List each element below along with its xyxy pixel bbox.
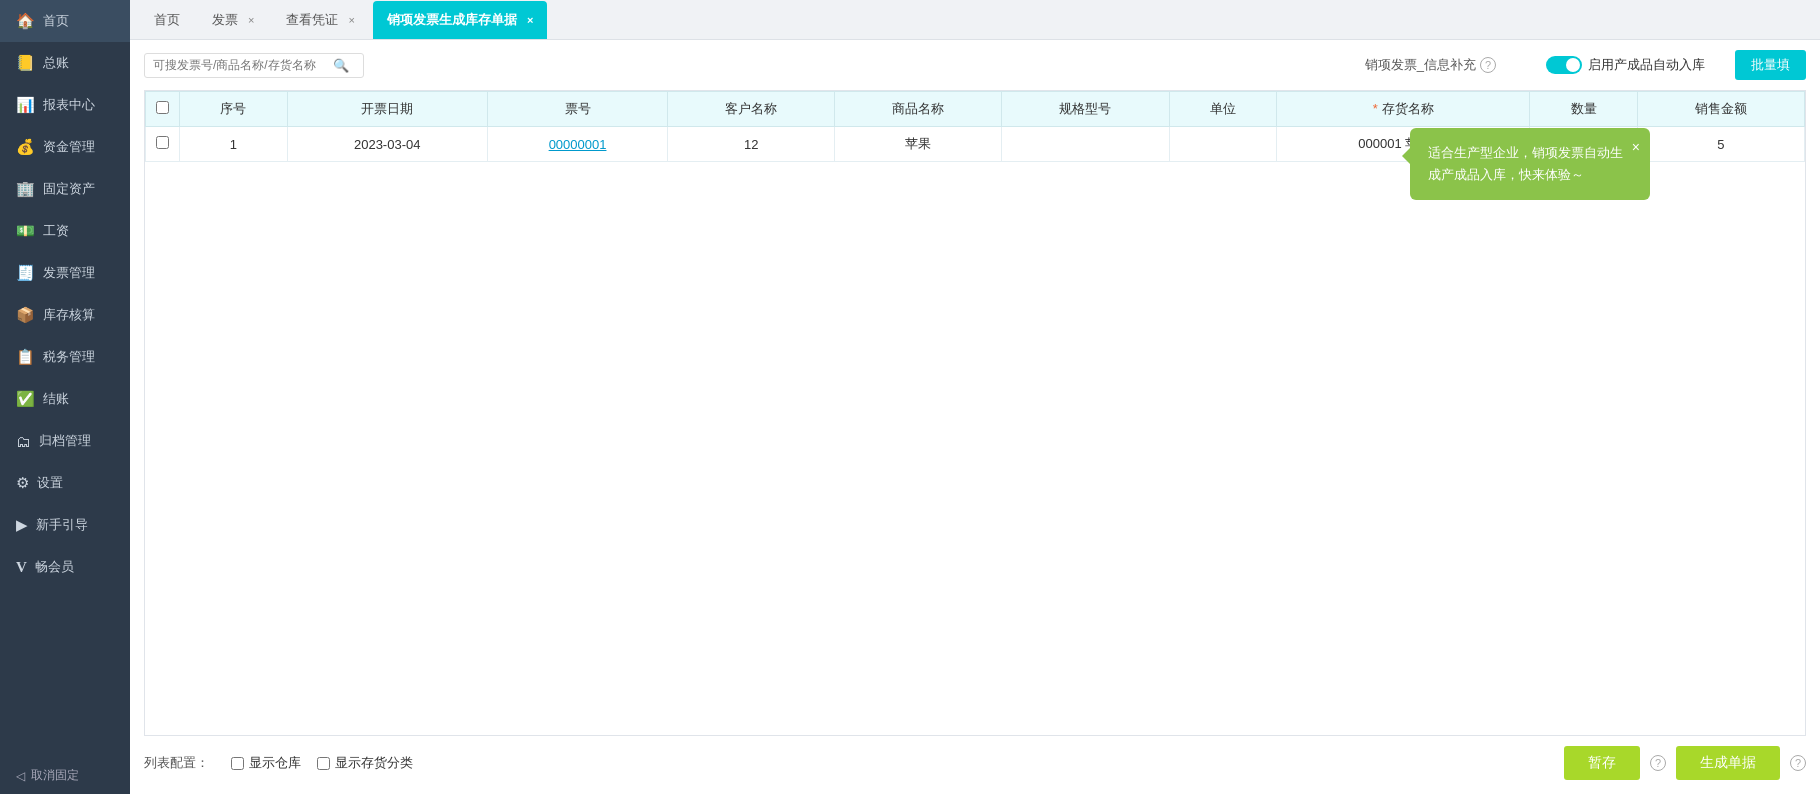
search-box[interactable]: 🔍 [144, 53, 364, 78]
settings-icon: ⚙ [16, 474, 29, 492]
show-stock-category-checkbox[interactable] [317, 757, 330, 770]
sidebar: 🏠 首页 📒 总账 📊 报表中心 💰 资金管理 🏢 固定资产 💵 工资 🧾 发票… [0, 0, 130, 794]
row-unit [1169, 127, 1277, 162]
sidebar-item-tax[interactable]: 📋 税务管理 [0, 336, 130, 378]
sidebar-item-invoices[interactable]: 🧾 发票管理 [0, 252, 130, 294]
toolbar-row: 🔍 销项发票_信息补充 ? 启用产成品自动入库 批量填 [144, 50, 1806, 80]
header-stock-name: * 存货名称 [1277, 92, 1530, 127]
row-date: 2023-03-04 [287, 127, 487, 162]
home-icon: 🏠 [16, 12, 35, 30]
tab-generate-inventory-close[interactable]: × [527, 14, 533, 26]
header-checkbox-cell[interactable] [146, 92, 180, 127]
generate-button[interactable]: 生成单据 [1676, 746, 1780, 780]
select-all-checkbox[interactable] [156, 101, 169, 114]
row-spec [1002, 127, 1169, 162]
tab-voucher-close[interactable]: × [348, 14, 354, 26]
header-date: 开票日期 [287, 92, 487, 127]
header-spec: 规格型号 [1002, 92, 1169, 127]
tab-invoice[interactable]: 发票 × [198, 1, 268, 39]
sidebar-item-guide[interactable]: ▶ 新手引导 [0, 504, 130, 546]
row-checkbox-cell[interactable] [146, 127, 180, 162]
footer-actions: 暂存 ? 生成单据 ? [1564, 746, 1806, 780]
ledger-icon: 📒 [16, 54, 35, 72]
save-help-icon[interactable]: ? [1650, 755, 1666, 771]
toggle-area: 启用产成品自动入库 [1546, 56, 1705, 74]
table-header-row: 序号 开票日期 票号 客户名称 商品名称 规格型号 单位 * 存货名称 数量 销… [146, 92, 1805, 127]
archive-icon: 🗂 [16, 433, 31, 450]
header-goods-name: 商品名称 [835, 92, 1002, 127]
funds-icon: 💰 [16, 138, 35, 156]
tab-voucher[interactable]: 查看凭证 × [272, 1, 368, 39]
header-amount: 销售金额 [1637, 92, 1804, 127]
info-help-icon[interactable]: ? [1480, 57, 1496, 73]
assets-icon: 🏢 [16, 180, 35, 198]
footer-row: 列表配置： 显示仓库 显示存货分类 暂存 ? 生成单据 ? [144, 736, 1806, 784]
tab-home[interactable]: 首页 [140, 1, 194, 39]
tab-generate-inventory[interactable]: 销项发票生成库存单据 × [373, 1, 547, 39]
tab-invoice-close[interactable]: × [248, 14, 254, 26]
search-icon: 🔍 [333, 58, 349, 73]
row-amount: 5 [1637, 127, 1804, 162]
sidebar-item-vip[interactable]: V 畅会员 [0, 546, 130, 588]
show-stock-category-checkbox-label[interactable]: 显示存货分类 [317, 754, 413, 772]
tooltip-popup: × 适合生产型企业，销项发票自动生成产成品入库，快来体验～ [1410, 128, 1650, 200]
main-panel: 首页 发票 × 查看凭证 × 销项发票生成库存单据 × 🔍 销项发票_信息补充 … [130, 0, 1820, 794]
unpin-button[interactable]: ◁ 取消固定 [0, 757, 130, 794]
info-label: 销项发票_信息补充 ? [1365, 56, 1496, 74]
row-seq: 1 [180, 127, 288, 162]
unpin-icon: ◁ [16, 769, 25, 783]
row-customer: 12 [668, 127, 835, 162]
reports-icon: 📊 [16, 96, 35, 114]
batch-fill-button[interactable]: 批量填 [1735, 50, 1806, 80]
show-warehouse-checkbox[interactable] [231, 757, 244, 770]
header-ticket-no: 票号 [487, 92, 667, 127]
sidebar-item-funds[interactable]: 💰 资金管理 [0, 126, 130, 168]
sidebar-item-settings[interactable]: ⚙ 设置 [0, 462, 130, 504]
guide-icon: ▶ [16, 516, 28, 534]
header-unit: 单位 [1169, 92, 1277, 127]
salary-icon: 💵 [16, 222, 35, 240]
sidebar-item-home[interactable]: 🏠 首页 [0, 0, 130, 42]
header-customer: 客户名称 [668, 92, 835, 127]
sidebar-item-checkout[interactable]: ✅ 结账 [0, 378, 130, 420]
tax-icon: 📋 [16, 348, 35, 366]
sidebar-item-reports[interactable]: 📊 报表中心 [0, 84, 130, 126]
sidebar-item-assets[interactable]: 🏢 固定资产 [0, 168, 130, 210]
generate-help-icon[interactable]: ? [1790, 755, 1806, 771]
sidebar-item-ledger[interactable]: 📒 总账 [0, 42, 130, 84]
search-input[interactable] [153, 58, 333, 72]
row-checkbox[interactable] [156, 136, 169, 149]
tooltip-close-button[interactable]: × [1632, 136, 1640, 160]
header-seq: 序号 [180, 92, 288, 127]
save-button[interactable]: 暂存 [1564, 746, 1640, 780]
header-qty: 数量 [1530, 92, 1638, 127]
sidebar-item-inventory[interactable]: 📦 库存核算 [0, 294, 130, 336]
sidebar-item-archive[interactable]: 🗂 归档管理 [0, 420, 130, 462]
sidebar-item-salary[interactable]: 💵 工资 [0, 210, 130, 252]
vip-icon: V [16, 559, 27, 576]
show-warehouse-checkbox-label[interactable]: 显示仓库 [231, 754, 301, 772]
auto-stock-toggle[interactable] [1546, 56, 1582, 74]
tab-bar: 首页 发票 × 查看凭证 × 销项发票生成库存单据 × [130, 0, 1820, 40]
row-ticket-no[interactable]: 00000001 [487, 127, 667, 162]
checkout-icon: ✅ [16, 390, 35, 408]
invoices-icon: 🧾 [16, 264, 35, 282]
inventory-icon: 📦 [16, 306, 35, 324]
row-goods-name: 苹果 [835, 127, 1002, 162]
